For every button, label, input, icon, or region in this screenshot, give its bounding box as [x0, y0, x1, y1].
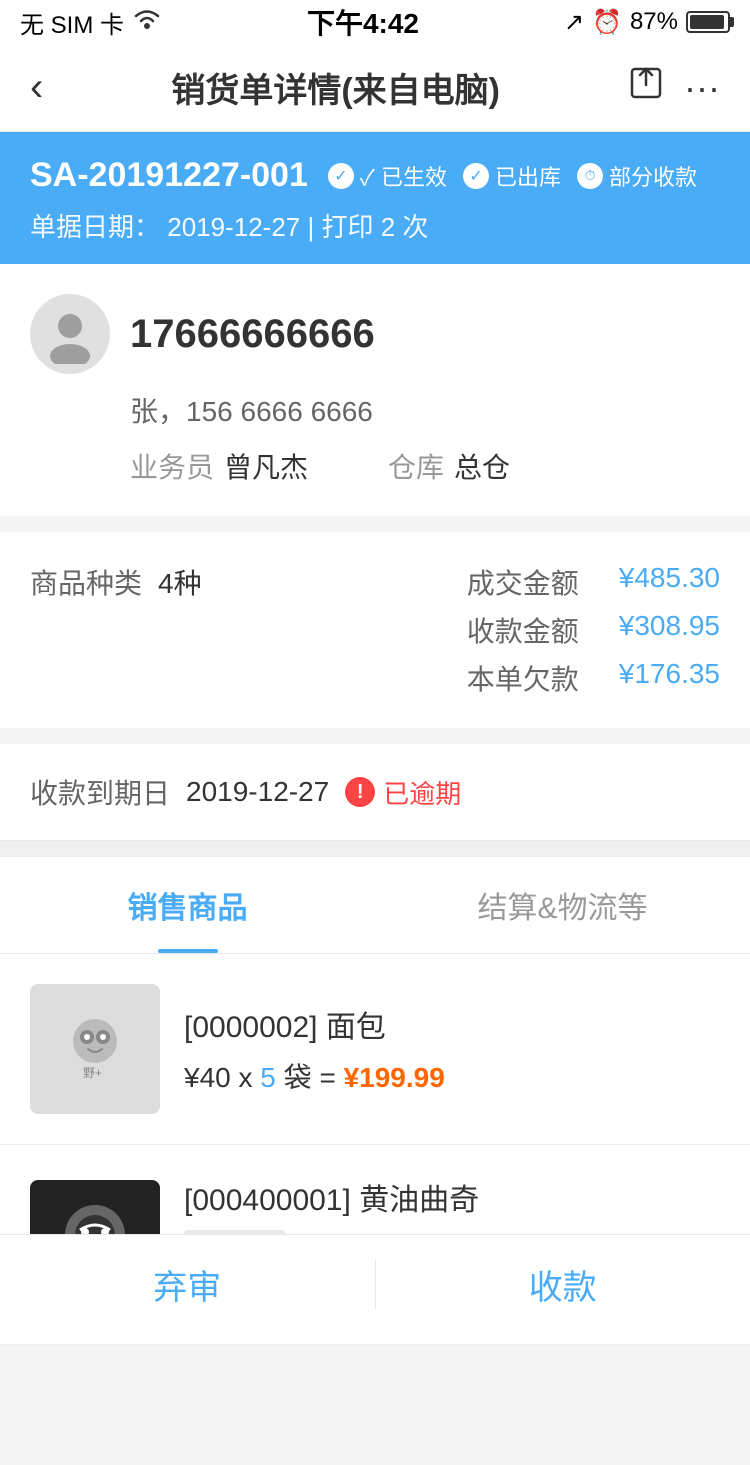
- product-name-1: [000400001] 黄油曲奇: [184, 1175, 720, 1219]
- stats-right: 成交金额 ¥485.30 收款金额 ¥308.95 本单欠款 ¥176.35: [467, 562, 720, 698]
- tab-settlement-logistics[interactable]: 结算&物流等: [375, 857, 750, 953]
- check-icon-shipped: ✓: [463, 163, 489, 189]
- product-image-0: 野+: [30, 984, 160, 1114]
- payment-section: 收款到期日 2019-12-27 ! 已逾期: [0, 744, 750, 841]
- bottom-bar: 弃审 收款: [0, 1234, 750, 1334]
- stats-row: 商品种类 4种 成交金额 ¥485.30 收款金额 ¥308.95 本单欠款 ¥…: [30, 562, 720, 698]
- badge-shipped: ✓ 已出库: [463, 160, 561, 192]
- badge-partial: ⏱ 部分收款: [577, 160, 697, 192]
- stat-debt-amount: 本单欠款 ¥176.35: [467, 658, 720, 698]
- order-id: SA-20191227-001: [30, 156, 308, 195]
- battery-icon: [686, 11, 730, 33]
- tabs-section: 销售商品 结算&物流等: [0, 857, 750, 954]
- section-divider: [0, 841, 750, 857]
- list-item: 野+ [0000002] 面包 ¥40 x 5 袋 = ¥199.99: [0, 954, 750, 1145]
- carrier-label: 无 SIM 卡: [20, 5, 124, 40]
- alarm-icon: ⏰: [592, 8, 622, 37]
- collect-button[interactable]: 收款: [376, 1240, 750, 1329]
- product-price-0: ¥40 x 5 袋 = ¥199.99: [184, 1056, 720, 1096]
- status-right: ↗ ⏰ 87%: [564, 8, 730, 37]
- customer-section: 17666666666 张，156 6666 6666 业务员 曾凡杰 仓库 总…: [0, 264, 750, 516]
- stats-left: 商品种类 4种: [30, 562, 202, 602]
- nav-left: ‹: [30, 65, 43, 110]
- status-time: 下午4:42: [307, 2, 419, 42]
- customer-top: 17666666666: [30, 294, 720, 374]
- avatar: [30, 294, 110, 374]
- meta-warehouse: 仓库 总仓: [388, 446, 510, 486]
- overdue-icon: !: [345, 777, 375, 807]
- page-title: 销货单详情(来自电脑): [171, 63, 500, 112]
- stats-section: 商品种类 4种 成交金额 ¥485.30 收款金额 ¥308.95 本单欠款 ¥…: [0, 532, 750, 728]
- cancel-button[interactable]: 弃审: [0, 1240, 375, 1329]
- product-name-0: [0000002] 面包: [184, 1002, 720, 1046]
- share-icon[interactable]: [628, 65, 664, 110]
- nav-right: ···: [628, 65, 720, 110]
- stat-trading-amount: 成交金额 ¥485.30: [467, 562, 720, 602]
- status-bar: 无 SIM 卡 下午4:42 ↗ ⏰ 87%: [0, 0, 750, 44]
- customer-name: 17666666666: [130, 312, 375, 357]
- svg-text:野+: 野+: [83, 1066, 102, 1080]
- badge-effective: ✓ ✓ 已生效: [328, 160, 447, 192]
- status-left: 无 SIM 卡: [20, 5, 162, 40]
- order-date: 单据日期： 2019-12-27 | 打印 2 次: [30, 207, 720, 244]
- customer-contact: 张，156 6666 6666: [30, 390, 720, 430]
- nav-bar: ‹ 销货单详情(来自电脑) ···: [0, 44, 750, 132]
- wifi-icon: [132, 8, 162, 37]
- order-header: SA-20191227-001 ✓ ✓ 已生效 ✓ 已出库 ⏱ 部分收款 单据日…: [0, 132, 750, 264]
- tab-sales-products[interactable]: 销售商品: [0, 857, 375, 953]
- back-button[interactable]: ‹: [30, 65, 43, 110]
- order-badges: ✓ ✓ 已生效 ✓ 已出库 ⏱ 部分收款: [328, 160, 697, 192]
- more-icon[interactable]: ···: [684, 67, 720, 109]
- customer-meta: 业务员 曾凡杰 仓库 总仓: [30, 446, 720, 486]
- overdue-badge: ! 已逾期: [345, 774, 461, 811]
- clock-icon: ⏱: [577, 163, 603, 189]
- stat-collected-amount: 收款金额 ¥308.95: [467, 610, 720, 650]
- check-icon-effective: ✓: [328, 163, 354, 189]
- product-info-0: [0000002] 面包 ¥40 x 5 袋 = ¥199.99: [184, 1002, 720, 1096]
- location-icon: ↗: [564, 8, 584, 37]
- battery-percent: 87%: [630, 8, 678, 36]
- meta-sales-rep: 业务员 曾凡杰: [130, 446, 308, 486]
